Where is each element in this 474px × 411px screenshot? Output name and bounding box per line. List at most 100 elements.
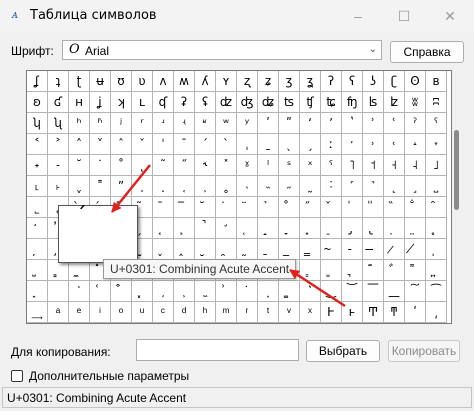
- char-cell[interactable]: ʴ: [153, 113, 174, 134]
- char-cell[interactable]: ˓: [384, 134, 405, 155]
- advanced-options[interactable]: Дополнительные параметры: [11, 369, 189, 383]
- char-cell[interactable]: ʬ: [405, 92, 426, 113]
- char-cell[interactable]: ʌ: [153, 71, 174, 92]
- char-cell[interactable]: ʽ: [342, 113, 363, 134]
- char-cell[interactable]: ʆ: [27, 71, 48, 92]
- char-cell[interactable]: ˼: [405, 176, 426, 197]
- char-cell[interactable]: ˎ: [279, 134, 300, 155]
- char-cell[interactable]: ʑ: [258, 71, 279, 92]
- char-cell[interactable]: ͡: [426, 281, 447, 302]
- char-cell[interactable]: ʉ: [90, 71, 111, 92]
- char-cell[interactable]: ̌: [321, 197, 342, 218]
- char-cell[interactable]: ̚: [195, 218, 216, 239]
- char-cell[interactable]: ̞: [279, 218, 300, 239]
- char-cell[interactable]: ˊ: [195, 134, 216, 155]
- char-cell[interactable]: ˳: [216, 176, 237, 197]
- char-cell[interactable]: ʫ: [384, 92, 405, 113]
- char-cell[interactable]: ˣ: [300, 155, 321, 176]
- char-cell[interactable]: ̐: [405, 197, 426, 218]
- char-cell[interactable]: ˩: [426, 155, 447, 176]
- char-cell[interactable]: ˛: [132, 155, 153, 176]
- char-cell[interactable]: ̒: [27, 218, 48, 239]
- char-cell[interactable]: ˃: [48, 134, 69, 155]
- char-cell[interactable]: ̼: [69, 260, 90, 281]
- char-cell[interactable]: ͒: [111, 281, 132, 302]
- copy-field[interactable]: [136, 339, 299, 361]
- char-cell[interactable]: ˘: [69, 155, 90, 176]
- char-cell[interactable]: ʱ: [90, 113, 111, 134]
- char-cell[interactable]: ͔: [153, 281, 174, 302]
- char-cell[interactable]: ˟: [216, 155, 237, 176]
- char-cell[interactable]: ʼ: [321, 113, 342, 134]
- char-cell[interactable]: ʏ: [216, 71, 237, 92]
- char-cell[interactable]: ̑: [426, 197, 447, 218]
- char-cell[interactable]: ̷: [384, 239, 405, 260]
- char-cell[interactable]: ͯ: [300, 302, 321, 323]
- char-cell[interactable]: ˍ: [258, 134, 279, 155]
- char-cell[interactable]: ˦: [363, 155, 384, 176]
- char-cell[interactable]: ʹ: [405, 302, 426, 323]
- char-cell[interactable]: ˸: [321, 176, 342, 197]
- char-cell[interactable]: ʒ: [279, 71, 300, 92]
- char-cell[interactable]: ʈ: [69, 71, 90, 92]
- char-cell[interactable]: ̇: [216, 197, 237, 218]
- char-cell[interactable]: ˾: [27, 197, 48, 218]
- char-cell[interactable]: ʋ: [132, 71, 153, 92]
- char-cell[interactable]: ͋: [384, 260, 405, 281]
- char-cell[interactable]: ʚ: [27, 92, 48, 113]
- char-cell[interactable]: ʪ: [363, 92, 384, 113]
- char-cell[interactable]: ̝: [258, 218, 279, 239]
- char-cell[interactable]: ͗: [216, 281, 237, 302]
- char-cell[interactable]: ˂: [27, 134, 48, 155]
- help-button[interactable]: Справка: [390, 41, 464, 63]
- char-cell[interactable]: ˧: [384, 155, 405, 176]
- char-cell[interactable]: ʛ: [48, 92, 69, 113]
- char-cell[interactable]: ̬: [153, 239, 174, 260]
- char-cell[interactable]: ʮ: [27, 113, 48, 134]
- char-cell[interactable]: ͝: [342, 281, 363, 302]
- char-cell[interactable]: ˙: [90, 155, 111, 176]
- char-cell[interactable]: ˉ: [174, 134, 195, 155]
- char-cell[interactable]: ʎ: [195, 71, 216, 92]
- char-cell[interactable]: ˭: [90, 176, 111, 197]
- char-cell[interactable]: ͢: [27, 302, 48, 323]
- char-cell[interactable]: ʣ: [216, 92, 237, 113]
- char-cell[interactable]: ˗: [48, 155, 69, 176]
- char-cell[interactable]: ̺: [27, 260, 48, 281]
- char-cell[interactable]: ʙ: [426, 71, 447, 92]
- char-cell[interactable]: ʥ: [258, 92, 279, 113]
- char-cell[interactable]: ˲: [195, 176, 216, 197]
- char-cell[interactable]: ͚: [279, 281, 300, 302]
- char-cell[interactable]: ͜: [321, 281, 342, 302]
- char-cell[interactable]: ˯: [132, 176, 153, 197]
- char-cell[interactable]: ˄: [69, 134, 90, 155]
- char-cell[interactable]: ̵: [342, 239, 363, 260]
- char-cell[interactable]: ʵ: [174, 113, 195, 134]
- char-cell[interactable]: ͦ: [111, 302, 132, 323]
- char-cell[interactable]: ˈ: [153, 134, 174, 155]
- char-cell[interactable]: ˌ: [237, 134, 258, 155]
- char-cell[interactable]: ʨ: [321, 92, 342, 113]
- char-cell[interactable]: ʰ: [69, 113, 90, 134]
- char-cell[interactable]: ̹: [426, 239, 447, 260]
- char-cell[interactable]: ʠ: [153, 92, 174, 113]
- char-cell[interactable]: ˻: [384, 176, 405, 197]
- char-cell[interactable]: ͉: [342, 260, 363, 281]
- char-cell[interactable]: ͣ: [48, 302, 69, 323]
- char-cell[interactable]: ˒: [363, 134, 384, 155]
- char-cell[interactable]: ˰: [153, 176, 174, 197]
- char-cell[interactable]: ͌: [405, 260, 426, 281]
- char-cell[interactable]: ˏ: [300, 134, 321, 155]
- char-cell[interactable]: ˞: [195, 155, 216, 176]
- char-cell[interactable]: ͍: [426, 260, 447, 281]
- char-cell[interactable]: ʊ: [111, 71, 132, 92]
- char-cell[interactable]: ͨ: [153, 302, 174, 323]
- char-cell[interactable]: ˁ: [426, 113, 447, 134]
- char-cell[interactable]: ʇ: [48, 71, 69, 92]
- font-dropdown[interactable]: O Arial ⌄: [62, 40, 382, 60]
- char-cell[interactable]: ʯ: [48, 113, 69, 134]
- char-cell[interactable]: ͟: [384, 281, 405, 302]
- char-cell[interactable]: ʐ: [237, 71, 258, 92]
- char-cell[interactable]: ʩ: [342, 92, 363, 113]
- char-cell[interactable]: ˮ: [111, 176, 132, 197]
